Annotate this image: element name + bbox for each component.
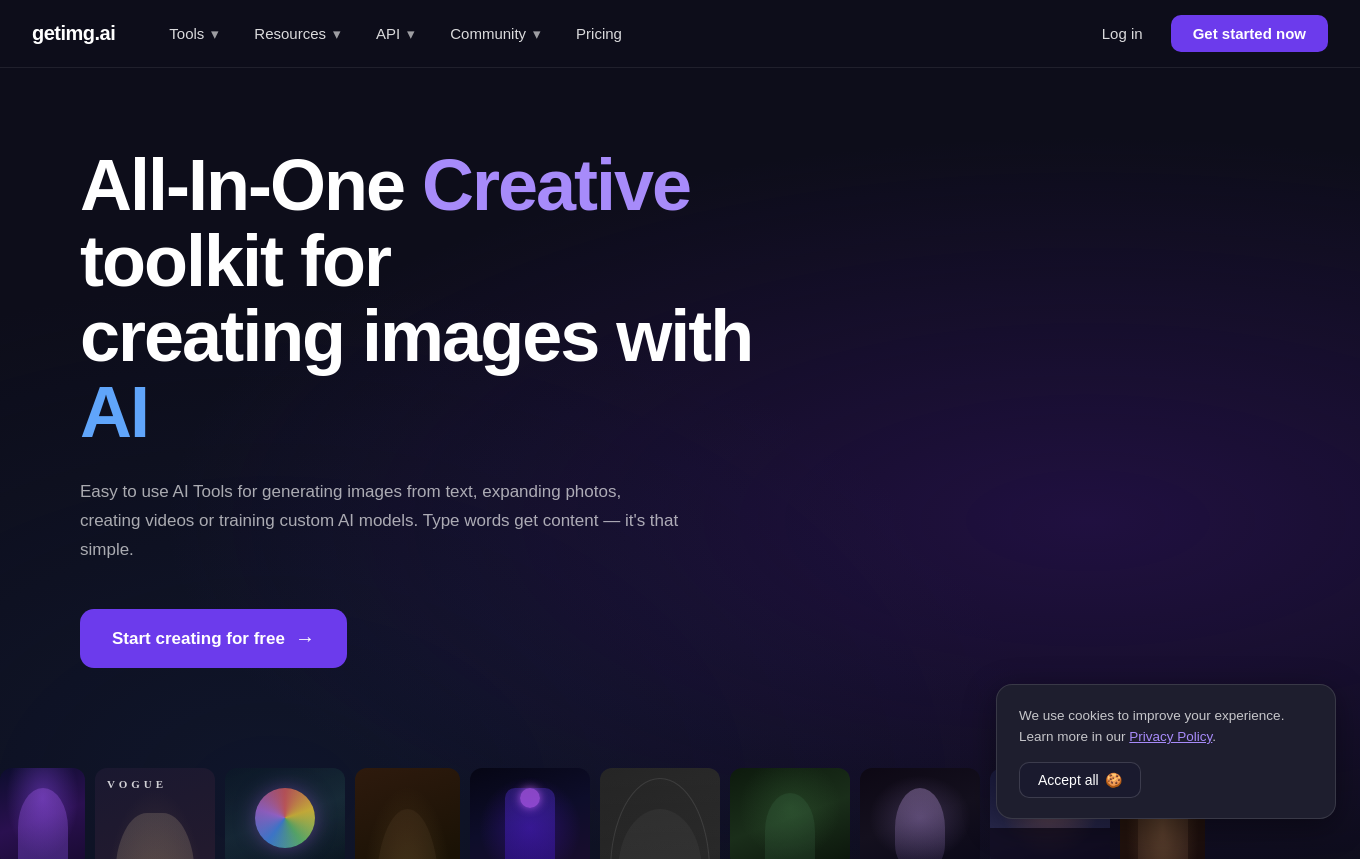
gallery-image-1 bbox=[0, 768, 85, 859]
gallery-image-vogue: VOGUE bbox=[95, 768, 215, 859]
privacy-policy-link[interactable]: Privacy Policy bbox=[1129, 729, 1212, 744]
gallery-image-room bbox=[355, 768, 460, 859]
logo[interactable]: getimg.ai bbox=[32, 22, 115, 45]
hero-headline-part2: toolkit forcreating images with bbox=[80, 221, 752, 377]
accept-label: Accept all bbox=[1038, 772, 1099, 788]
chevron-down-icon: ▾ bbox=[404, 27, 418, 41]
gallery-col-8 bbox=[860, 768, 980, 859]
gallery-col-3 bbox=[225, 768, 345, 859]
cookie-banner: We use cookies to improve your experienc… bbox=[996, 684, 1336, 819]
nav-item-tools[interactable]: Tools ▾ bbox=[155, 17, 236, 50]
nav-label-pricing: Pricing bbox=[576, 25, 622, 42]
get-started-button[interactable]: Get started now bbox=[1171, 15, 1328, 52]
gallery-col-4 bbox=[355, 768, 460, 859]
accept-cookies-button[interactable]: Accept all 🍪 bbox=[1019, 762, 1141, 798]
chevron-down-icon: ▾ bbox=[330, 27, 344, 41]
gallery-col-2: VOGUE bbox=[95, 768, 215, 859]
nav-item-community[interactable]: Community ▾ bbox=[436, 17, 558, 50]
navbar: getimg.ai Tools ▾ Resources ▾ API ▾ Comm… bbox=[0, 0, 1360, 68]
nav-label-resources: Resources bbox=[254, 25, 326, 42]
gallery-col-7 bbox=[730, 768, 850, 859]
start-creating-label: Start creating for free bbox=[112, 629, 285, 649]
chevron-down-icon: ▾ bbox=[530, 27, 544, 41]
login-button[interactable]: Log in bbox=[1086, 17, 1159, 50]
nav-item-resources[interactable]: Resources ▾ bbox=[240, 17, 358, 50]
nav-links: Tools ▾ Resources ▾ API ▾ Community ▾ Pr… bbox=[155, 17, 636, 50]
gallery-col-5 bbox=[470, 768, 590, 859]
nav-label-tools: Tools bbox=[169, 25, 204, 42]
chevron-down-icon: ▾ bbox=[208, 27, 222, 41]
gallery-image-alien1 bbox=[730, 768, 850, 859]
hero-content: All-In-One Creative toolkit forcreating … bbox=[0, 68, 900, 728]
nav-label-api: API bbox=[376, 25, 400, 42]
gallery-col-1 bbox=[0, 768, 85, 859]
nav-right: Log in Get started now bbox=[1086, 15, 1328, 52]
hero-headline-creative: Creative bbox=[422, 145, 690, 225]
gallery-image-sphere bbox=[225, 768, 345, 859]
cookie-text: We use cookies to improve your experienc… bbox=[1019, 705, 1313, 748]
nav-left: getimg.ai Tools ▾ Resources ▾ API ▾ Comm… bbox=[32, 17, 636, 50]
logo-text: getimg.ai bbox=[32, 22, 115, 44]
hero-subtext: Easy to use AI Tools for generating imag… bbox=[80, 478, 680, 565]
arrow-icon: → bbox=[295, 627, 315, 650]
hero-headline: All-In-One Creative toolkit forcreating … bbox=[80, 148, 820, 450]
nav-item-api[interactable]: API ▾ bbox=[362, 17, 432, 50]
hero-headline-part1: All-In-One bbox=[80, 145, 422, 225]
hero-headline-ai: AI bbox=[80, 372, 148, 452]
nav-item-pricing[interactable]: Pricing bbox=[562, 17, 636, 50]
gallery-image-ghost bbox=[860, 768, 980, 859]
start-creating-button[interactable]: Start creating for free → bbox=[80, 609, 347, 668]
nav-label-community: Community bbox=[450, 25, 526, 42]
gallery-col-6 bbox=[600, 768, 720, 859]
cookie-emoji: 🍪 bbox=[1105, 772, 1122, 788]
gallery-image-cyber-robot bbox=[470, 768, 590, 859]
gallery-image-brain bbox=[600, 768, 720, 859]
cookie-suffix: . bbox=[1212, 729, 1216, 744]
